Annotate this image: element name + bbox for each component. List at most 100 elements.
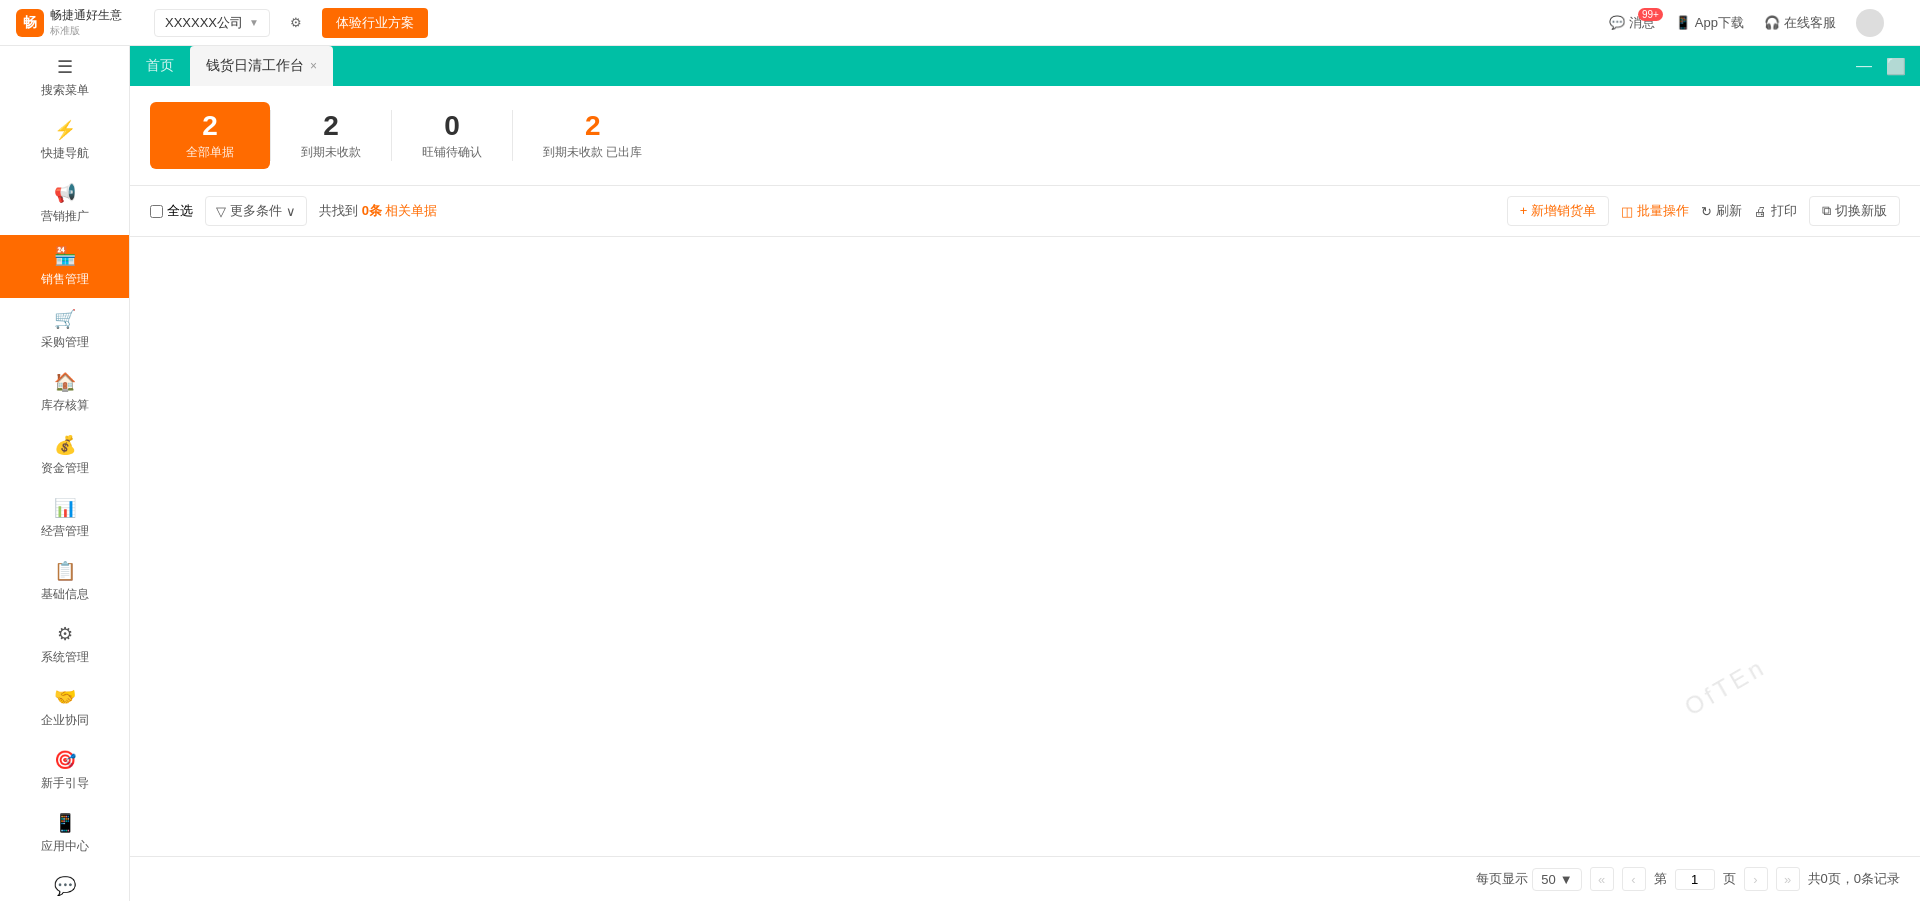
sidebar-item-search-menu[interactable]: ☰ 搜索菜单 [0, 46, 129, 109]
sidebar-item-inventory[interactable]: 🏠 库存核算 [0, 361, 129, 424]
found-link[interactable]: 相关单据 [385, 203, 437, 218]
total-text: 共0页，0条记录 [1808, 870, 1900, 888]
service-icon: 🎧 [1764, 15, 1780, 30]
stat-all-num: 2 [202, 110, 218, 142]
stat-pending[interactable]: 0 旺铺待确认 [392, 102, 512, 169]
print-button[interactable]: 🖨 打印 [1754, 202, 1797, 220]
stat-overdue-shipped-label: 到期未收款 已出库 [543, 144, 642, 161]
page-size-selector: 每页显示 50 ▼ [1476, 868, 1581, 891]
print-icon: 🖨 [1754, 204, 1767, 219]
purchase-icon: 🛒 [54, 308, 76, 330]
trial-button[interactable]: 体验行业方案 [322, 8, 428, 38]
sidebar-item-system[interactable]: ⚙ 系统管理 [0, 613, 129, 676]
sidebar-item-wechat[interactable]: 💬 企业微信 [0, 865, 129, 901]
app-download-action[interactable]: 📱 App下载 [1675, 14, 1744, 32]
finance-icon: 💰 [54, 434, 76, 456]
stat-overdue[interactable]: 2 到期未收款 [271, 102, 391, 169]
select-all-input[interactable] [150, 205, 163, 218]
stat-overdue-shipped-num: 2 [585, 110, 601, 142]
header-right: 💬 消息 99+ 📱 App下载 🎧 在线客服 [1609, 9, 1904, 37]
sales-icon: 🏪 [54, 245, 76, 267]
refresh-button[interactable]: ↻ 刷新 [1701, 202, 1742, 220]
table-area [130, 237, 1920, 856]
header-left: 畅 畅捷通好生意 标准版 XXXXXX公司 ▼ ⚙ 体验行业方案 [16, 8, 428, 38]
main-layout: ☰ 搜索菜单 ⚡ 快捷导航 📢 营销推广 🏪 销售管理 🛒 采购管理 🏠 库存核… [0, 46, 1920, 901]
refresh-icon: ↻ [1701, 204, 1712, 219]
operations-icon: 📊 [54, 497, 76, 519]
prev-page-button[interactable]: ‹ [1622, 867, 1646, 891]
stats-section: 2 全部单据 2 到期未收款 0 旺铺待确认 2 到期未收款 已出库 [130, 86, 1920, 186]
toolbar: 全选 ▽ 更多条件 ∨ 共找到 0条 相关单据 + 新增销货单 [130, 186, 1920, 237]
current-page-input[interactable] [1675, 869, 1715, 890]
logo-area: 畅 畅捷通好生意 标准版 [16, 8, 122, 37]
last-page-button[interactable]: » [1776, 867, 1800, 891]
company-selector[interactable]: XXXXXX公司 ▼ [154, 9, 270, 37]
tab-bar-actions: — ⬜ [1852, 54, 1920, 78]
logo-text: 畅捷通好生意 标准版 [50, 8, 122, 37]
switch-icon: ⧉ [1822, 203, 1831, 219]
batch-icon: ◫ [1621, 204, 1633, 219]
company-dropdown-arrow: ▼ [249, 17, 259, 28]
wechat-icon: 💬 [54, 875, 76, 897]
tab-workbench[interactable]: 钱货日清工作台 × [190, 46, 333, 86]
filter-button[interactable]: ▽ 更多条件 ∨ [205, 196, 307, 226]
tab-home[interactable]: 首页 [130, 46, 190, 86]
basic-info-icon: 📋 [54, 560, 76, 582]
found-count: 0条 [362, 203, 382, 218]
marketing-icon: 📢 [54, 182, 76, 204]
filter-icon: ▽ [216, 204, 226, 219]
inventory-icon: 🏠 [54, 371, 76, 393]
search-menu-icon: ☰ [57, 56, 73, 78]
pagination-bar: 每页显示 50 ▼ « ‹ 第 页 › » 共0页，0条记录 [130, 856, 1920, 901]
message-icon: 💬 [1609, 15, 1625, 30]
toolbar-right: + 新增销货单 ◫ 批量操作 ↻ 刷新 🖨 打印 ⧉ [1507, 196, 1900, 226]
new-sale-button[interactable]: + 新增销货单 [1507, 196, 1609, 226]
close-tab-icon[interactable]: × [310, 59, 317, 73]
sidebar-item-app-center[interactable]: 📱 应用中心 [0, 802, 129, 865]
page-size-arrow: ▼ [1560, 872, 1573, 887]
tab-minimize-button[interactable]: — [1852, 54, 1876, 78]
sidebar-item-sales[interactable]: 🏪 销售管理 [0, 235, 129, 298]
sidebar-item-guide[interactable]: 🎯 新手引导 [0, 739, 129, 802]
page-size-dropdown[interactable]: 50 ▼ [1532, 868, 1581, 891]
content-area: 首页 钱货日清工作台 × — ⬜ 2 全部单据 2 [130, 46, 1920, 901]
logo-icon: 畅 [16, 9, 44, 37]
stat-overdue-label: 到期未收款 [301, 144, 361, 161]
sidebar-item-cooperation[interactable]: 🤝 企业协同 [0, 676, 129, 739]
user-avatar[interactable] [1856, 9, 1884, 37]
tab-bar: 首页 钱货日清工作台 × — ⬜ [130, 46, 1920, 86]
page-content: 2 全部单据 2 到期未收款 0 旺铺待确认 2 到期未收款 已出库 [130, 86, 1920, 901]
top-header: 畅 畅捷通好生意 标准版 XXXXXX公司 ▼ ⚙ 体验行业方案 💬 消息 99… [0, 0, 1920, 46]
message-badge: 99+ [1638, 8, 1663, 21]
batch-action-button[interactable]: ◫ 批量操作 [1621, 202, 1689, 220]
found-text: 共找到 0条 相关单据 [319, 202, 437, 220]
filter-arrow-icon: ∨ [286, 204, 296, 219]
stat-pending-num: 0 [444, 110, 460, 142]
system-icon: ⚙ [57, 623, 73, 645]
download-icon: 📱 [1675, 15, 1691, 30]
sidebar: ☰ 搜索菜单 ⚡ 快捷导航 📢 营销推广 🏪 销售管理 🛒 采购管理 🏠 库存核… [0, 46, 130, 901]
select-all-checkbox[interactable]: 全选 [150, 202, 193, 220]
switch-version-button[interactable]: ⧉ 切换新版 [1809, 196, 1900, 226]
first-page-button[interactable]: « [1590, 867, 1614, 891]
cooperation-icon: 🤝 [54, 686, 76, 708]
sidebar-item-basic-info[interactable]: 📋 基础信息 [0, 550, 129, 613]
sidebar-item-quick-nav[interactable]: ⚡ 快捷导航 [0, 109, 129, 172]
stat-overdue-shipped[interactable]: 2 到期未收款 已出库 [513, 102, 672, 169]
app-center-icon: 📱 [54, 812, 76, 834]
stat-all-label: 全部单据 [186, 144, 234, 161]
sidebar-item-marketing[interactable]: 📢 营销推广 [0, 172, 129, 235]
sidebar-item-finance[interactable]: 💰 资金管理 [0, 424, 129, 487]
online-service-action[interactable]: 🎧 在线客服 [1764, 14, 1836, 32]
stat-all[interactable]: 2 全部单据 [150, 102, 270, 169]
next-page-button[interactable]: › [1744, 867, 1768, 891]
settings-icon[interactable]: ⚙ [282, 9, 310, 37]
toolbar-left: 全选 ▽ 更多条件 ∨ 共找到 0条 相关单据 [150, 196, 1495, 226]
sidebar-item-operations[interactable]: 📊 经营管理 [0, 487, 129, 550]
tab-maximize-button[interactable]: ⬜ [1884, 54, 1908, 78]
stat-overdue-num: 2 [323, 110, 339, 142]
stat-pending-label: 旺铺待确认 [422, 144, 482, 161]
messages-action[interactable]: 💬 消息 99+ [1609, 14, 1655, 32]
quick-nav-icon: ⚡ [54, 119, 76, 141]
sidebar-item-purchase[interactable]: 🛒 采购管理 [0, 298, 129, 361]
